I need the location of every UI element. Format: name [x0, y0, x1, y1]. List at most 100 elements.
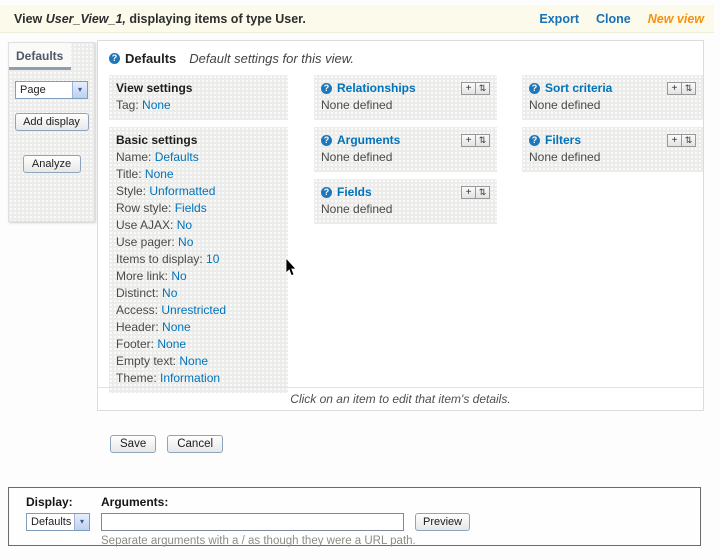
help-icon[interactable]: ? — [529, 83, 540, 94]
setting-label: Style: — [116, 184, 147, 198]
add-relationship-button[interactable]: + — [461, 82, 476, 95]
setting-style-link[interactable]: Unformatted — [149, 184, 215, 198]
chevron-down-icon: ▾ — [72, 82, 87, 98]
setting-row: Use AJAX: No — [116, 217, 281, 234]
display-type-value: Page — [20, 84, 46, 96]
display-label: Display: — [26, 495, 73, 509]
help-icon[interactable]: ? — [321, 83, 332, 94]
arguments-label: Arguments: — [101, 495, 169, 509]
filters-link[interactable]: Filters — [545, 132, 581, 149]
rearrange-filters-button[interactable]: ⇅ — [681, 134, 696, 147]
empty-text: None defined — [321, 98, 393, 112]
fields-link[interactable]: Fields — [337, 184, 372, 201]
chevron-down-icon: ▾ — [74, 514, 89, 530]
setting-items-link[interactable]: 10 — [206, 252, 219, 266]
panel-heading: Defaults — [125, 51, 177, 66]
title-suffix: displaying items of type User. — [129, 11, 306, 26]
setting-row: Items to display: 10 — [116, 251, 281, 268]
column-middle: ? Relationships + ⇅ None defined ? Argum… — [314, 75, 497, 400]
title-prefix: View — [14, 11, 43, 26]
setting-label: Theme: — [116, 371, 157, 385]
setting-name-link[interactable]: Defaults — [155, 150, 199, 164]
view-actions: Export Clone New view — [539, 12, 704, 26]
panel-heading-description: Default settings for this view. — [189, 51, 355, 66]
setting-row: Theme: Information — [116, 370, 281, 387]
display-sidebar: Defaults Page ▾ Add display Analyze — [8, 42, 95, 222]
display-type-select[interactable]: Page ▾ — [15, 81, 88, 99]
arguments-help-text: Separate arguments with a / as though th… — [101, 535, 416, 547]
setting-row: Access: Unrestricted — [116, 302, 281, 319]
relationships-link[interactable]: Relationships — [337, 80, 416, 97]
setting-row: Name: Defaults — [116, 149, 281, 166]
setting-pager-link[interactable]: No — [178, 235, 193, 249]
setting-empty-text-link[interactable]: None — [179, 354, 208, 368]
settings-columns: View settings Tag: None Basic settings N… — [98, 66, 703, 400]
add-field-button[interactable]: + — [461, 186, 476, 199]
setting-label: Row style: — [116, 201, 172, 215]
setting-footer-link[interactable]: None — [157, 337, 186, 351]
edit-hint: Click on an item to edit that item's det… — [98, 387, 703, 410]
basic-settings-box: Basic settings Name: Defaults Title: Non… — [109, 127, 288, 393]
cancel-button[interactable]: Cancel — [167, 435, 224, 453]
setting-row: Title: None — [116, 166, 281, 183]
view-settings-title: View settings — [116, 81, 193, 95]
analyze-button[interactable]: Analyze — [22, 155, 81, 173]
setting-row: Empty text: None — [116, 353, 281, 370]
preview-arguments-group: Arguments: Preview Separate arguments wi… — [101, 495, 471, 547]
help-icon[interactable]: ? — [321, 187, 332, 198]
clone-link[interactable]: Clone — [596, 12, 631, 26]
preview-display-group: Display: Defaults ▾ — [26, 495, 101, 545]
sort-criteria-link[interactable]: Sort criteria — [545, 80, 612, 97]
setting-row-style-link[interactable]: Fields — [175, 201, 207, 215]
setting-label: Footer: — [116, 337, 155, 351]
setting-title-link[interactable]: None — [145, 167, 174, 181]
rearrange-fields-button[interactable]: ⇅ — [475, 186, 490, 199]
rearrange-relationships-button[interactable]: ⇅ — [475, 82, 490, 95]
form-actions: Save Cancel — [110, 435, 224, 453]
setting-distinct-link[interactable]: No — [162, 286, 177, 300]
panel-header: ? Defaults Default settings for this vie… — [98, 41, 703, 66]
preview-button[interactable]: Preview — [415, 513, 471, 531]
help-icon[interactable]: ? — [321, 135, 332, 146]
arguments-link[interactable]: Arguments — [337, 132, 400, 149]
save-button[interactable]: Save — [110, 435, 157, 453]
setting-ajax-link[interactable]: No — [177, 218, 192, 232]
add-sort-button[interactable]: + — [667, 82, 682, 95]
help-icon[interactable]: ? — [529, 135, 540, 146]
relationships-panel: ? Relationships + ⇅ None defined — [314, 75, 497, 120]
add-filter-button[interactable]: + — [667, 134, 682, 147]
setting-label: Use AJAX: — [116, 218, 174, 232]
sort-criteria-panel: ? Sort criteria + ⇅ None defined — [522, 75, 703, 120]
page-title: View User_View_1, displaying items of ty… — [14, 12, 306, 26]
empty-text: None defined — [321, 150, 393, 164]
export-link[interactable]: Export — [539, 12, 579, 26]
empty-text: None defined — [529, 98, 601, 112]
rearrange-sorts-button[interactable]: ⇅ — [681, 82, 696, 95]
setting-label: Title: — [116, 167, 142, 181]
setting-label: Distinct: — [116, 286, 159, 300]
setting-label: Empty text: — [116, 354, 177, 368]
add-display-button[interactable]: Add display — [14, 113, 89, 131]
setting-header-link[interactable]: None — [162, 320, 191, 334]
setting-label: Access: — [116, 303, 159, 317]
setting-tag-link[interactable]: None — [142, 98, 171, 112]
setting-label: Items to display: — [116, 252, 203, 266]
setting-row: Header: None — [116, 319, 281, 336]
setting-row: Footer: None — [116, 336, 281, 353]
view-editor-panel: ? Defaults Default settings for this vie… — [97, 40, 704, 411]
setting-row: Tag: None — [116, 97, 281, 114]
rearrange-arguments-button[interactable]: ⇅ — [475, 134, 490, 147]
setting-row: Distinct: No — [116, 285, 281, 302]
setting-more-link[interactable]: No — [171, 269, 186, 283]
empty-text: None defined — [321, 202, 393, 216]
tab-defaults[interactable]: Defaults — [9, 43, 71, 70]
arguments-panel: ? Arguments + ⇅ None defined — [314, 127, 497, 172]
setting-theme-link[interactable]: Information — [160, 371, 220, 385]
new-view-link[interactable]: New view — [648, 12, 704, 26]
add-argument-button[interactable]: + — [461, 134, 476, 147]
setting-access-link[interactable]: Unrestricted — [161, 303, 226, 317]
preview-display-select[interactable]: Defaults ▾ — [26, 513, 90, 531]
setting-label: More link: — [116, 269, 169, 283]
arguments-input[interactable] — [101, 513, 404, 531]
help-icon[interactable]: ? — [109, 53, 120, 64]
